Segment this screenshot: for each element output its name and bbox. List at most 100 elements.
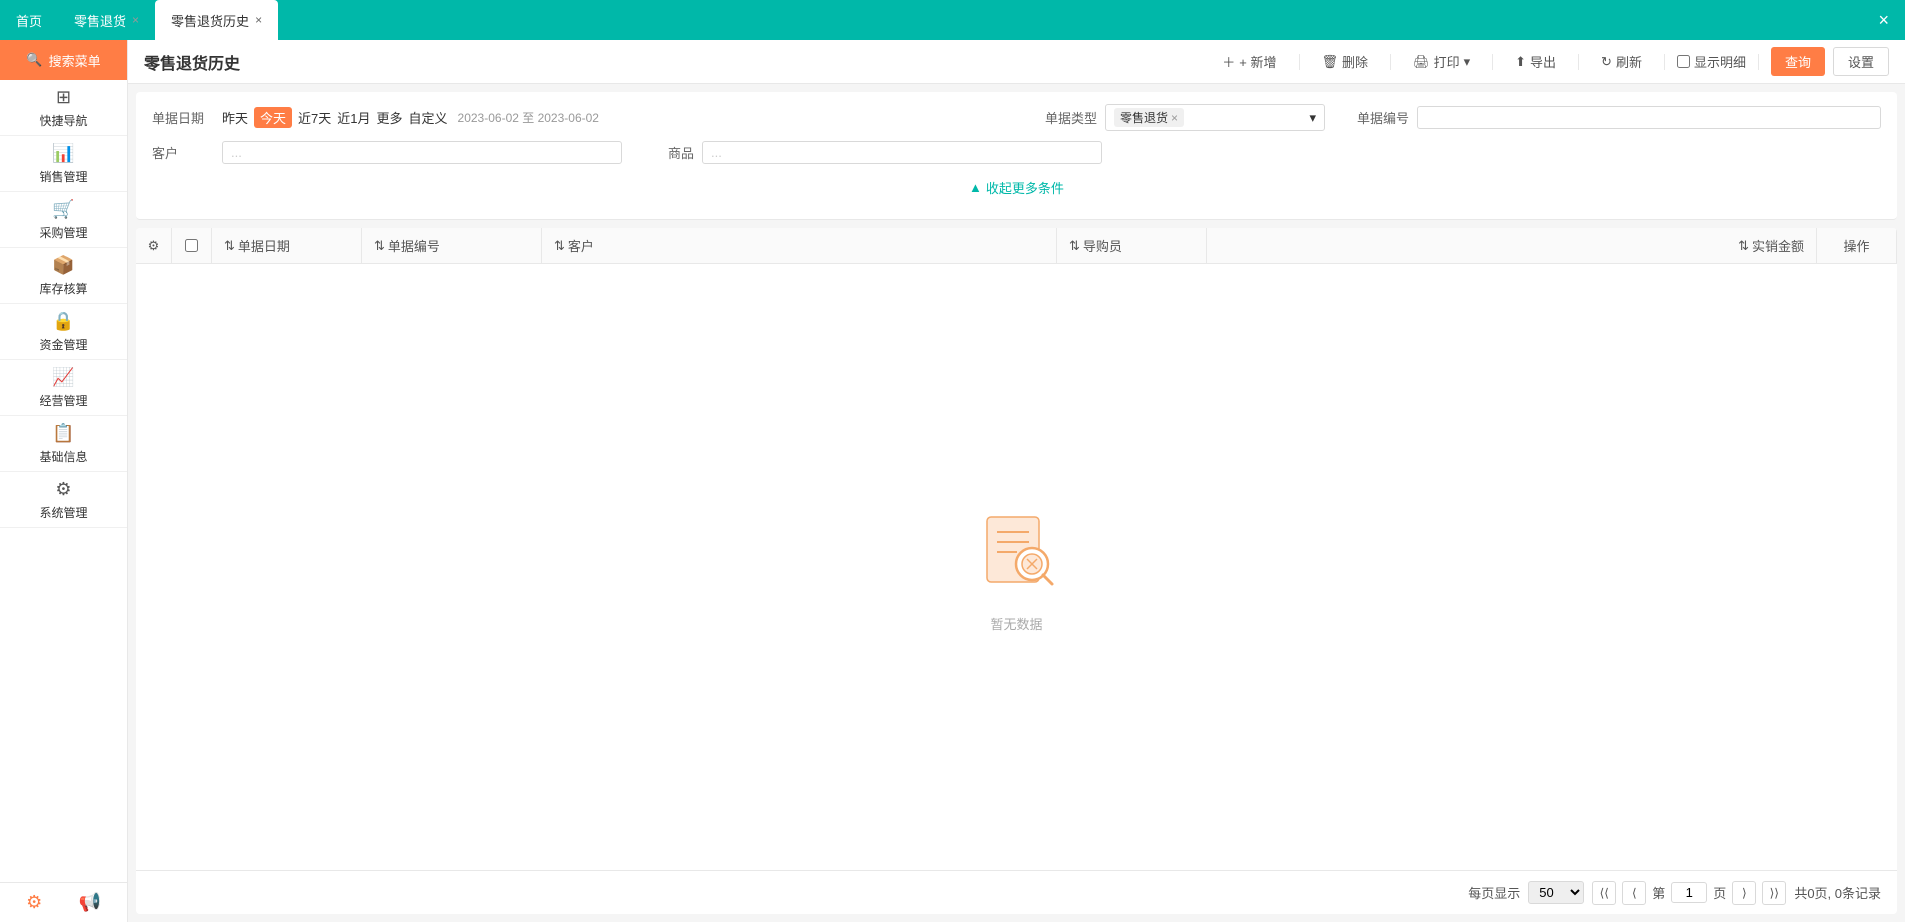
bill-type-label: 单据类型 — [1045, 108, 1105, 127]
th-customer[interactable]: ⇅ 客户 — [542, 228, 1057, 263]
tab-retail-return-close[interactable]: × — [132, 13, 139, 27]
system-icon: ⚙ — [55, 479, 71, 500]
date-opt-today[interactable]: 今天 — [254, 107, 292, 128]
th-ops-text: 操作 — [1843, 236, 1869, 255]
inventory-icon: 📦 — [52, 255, 74, 276]
tab-retail-return-history[interactable]: 零售退货历史 × — [155, 0, 278, 40]
sidebar-setting-icon[interactable]: ⚙ — [26, 892, 42, 913]
sidebar-item-operation[interactable]: 📈 经营管理 — [0, 360, 127, 416]
filter-panel: 单据日期 昨天 今天 近7天 近1月 更多 自定义 2023-06-02 至 2… — [136, 92, 1897, 220]
th-customer-text: 客户 — [568, 236, 594, 255]
bill-no-input[interactable] — [1417, 106, 1881, 129]
date-options: 昨天 今天 近7天 近1月 更多 自定义 2023-06-02 至 2023-0… — [222, 107, 599, 128]
page-first-button[interactable]: ⟨⟨ — [1592, 881, 1616, 905]
export-button[interactable]: ⬆ 导出 — [1505, 48, 1566, 75]
date-opt-custom[interactable]: 自定义 — [409, 108, 448, 127]
bill-type-remove-icon[interactable]: × — [1171, 111, 1178, 125]
sales-mgmt-icon: 📊 — [52, 143, 74, 164]
pagination: 每页显示 50 100 200 ⟨⟨ ⟨ 第 页 ⟩ ⟩⟩ 共0页, 0条记录 — [136, 870, 1897, 914]
date-opt-yesterday[interactable]: 昨天 — [222, 108, 248, 127]
sidebar-item-purchase-mgmt[interactable]: 🛒 采购管理 — [0, 192, 127, 248]
settings-icon: ⚙ — [148, 238, 160, 254]
per-page-select[interactable]: 50 100 200 — [1528, 881, 1584, 904]
empty-state: 暂无数据 — [136, 264, 1897, 870]
sidebar-item-inventory[interactable]: 📦 库存核算 — [0, 248, 127, 304]
th-ops: 操作 — [1817, 228, 1897, 263]
query-button[interactable]: 查询 — [1771, 47, 1825, 76]
basic-info-icon: 📋 — [52, 423, 74, 444]
print-button[interactable]: 🖨 打印 ▾ — [1403, 48, 1480, 75]
sidebar-item-label-inventory: 库存核算 — [39, 280, 87, 297]
date-opt-last7days[interactable]: 近7天 — [298, 108, 331, 127]
th-guide-text: 导购员 — [1083, 236, 1122, 255]
sidebar-item-quick-nav[interactable]: ⊞ 快捷导航 — [0, 80, 127, 136]
th-guide[interactable]: ⇅ 导购员 — [1057, 228, 1207, 263]
th-amount-text: 实销金额 — [1752, 236, 1804, 255]
header-actions: ＋ + 新增 🗑 删除 🖨 打印 ▾ ⬆ 导出 — [1212, 47, 1889, 76]
th-amount-sort-icon: ⇅ — [1738, 238, 1749, 254]
th-bill-no[interactable]: ⇅ 单据编号 — [362, 228, 542, 263]
filter-row-date: 单据日期 昨天 今天 近7天 近1月 更多 自定义 2023-06-02 至 2… — [152, 104, 1881, 131]
sidebar-nav: ⊞ 快捷导航 📊 销售管理 🛒 采购管理 📦 库存核算 🔒 资金管理 📈 — [0, 80, 127, 882]
date-opt-last1month[interactable]: 近1月 — [337, 108, 370, 127]
content-area: 零售退货历史 ＋ + 新增 🗑 删除 🖨 打印 ▾ — [128, 40, 1905, 922]
collapse-up-icon: ▲ — [969, 180, 982, 195]
filter-row-customer: 客户 ... 商品 ... — [152, 141, 1881, 164]
customer-select[interactable]: ... — [222, 141, 622, 164]
sidebar-footer: ⚙ 📢 — [0, 882, 127, 922]
window-close-icon[interactable]: × — [1878, 10, 1889, 31]
page-next-button[interactable]: ⟩ — [1732, 881, 1756, 905]
page-input[interactable] — [1671, 882, 1707, 903]
th-guide-sort-icon: ⇅ — [1069, 238, 1080, 254]
divider4 — [1578, 54, 1579, 70]
table-header: ⚙ ⇅ 单据日期 ⇅ 单据编号 ⇅ 客户 ⇅ — [136, 228, 1897, 264]
top-tab-bar: 首页 零售退货 × 零售退货历史 × × — [0, 0, 1905, 40]
goods-select[interactable]: ... — [702, 141, 1102, 164]
tab-home[interactable]: 首页 — [0, 0, 58, 40]
sidebar-item-label-purchase-mgmt: 采购管理 — [39, 224, 87, 241]
th-bill-no-sort-icon: ⇅ — [374, 238, 385, 254]
export-icon: ⬆ — [1515, 54, 1526, 70]
sidebar-item-basic-info[interactable]: 📋 基础信息 — [0, 416, 127, 472]
quick-nav-icon: ⊞ — [56, 87, 71, 108]
sidebar-item-sales-mgmt[interactable]: 📊 销售管理 — [0, 136, 127, 192]
bill-type-select[interactable]: 零售退货 × ▾ — [1105, 104, 1325, 131]
sidebar-item-system[interactable]: ⚙ 系统管理 — [0, 472, 127, 528]
sidebar-search[interactable]: 🔍 搜索菜单 — [0, 40, 127, 80]
page-last-button[interactable]: ⟩⟩ — [1762, 881, 1786, 905]
show-detail-checkbox[interactable]: 显示明细 — [1677, 52, 1746, 71]
show-detail-input[interactable] — [1677, 55, 1690, 68]
page-header: 零售退货历史 ＋ + 新增 🗑 删除 🖨 打印 ▾ — [128, 40, 1905, 84]
collapse-button[interactable]: ▲ 收起更多条件 — [957, 174, 1076, 201]
th-amount[interactable]: ⇅ 实销金额 — [1697, 228, 1817, 263]
delete-icon: 🗑 — [1322, 54, 1339, 70]
divider3 — [1492, 54, 1493, 70]
show-detail-label: 显示明细 — [1694, 52, 1746, 71]
page-nav: ⟨⟨ ⟨ 第 页 ⟩ ⟩⟩ — [1592, 881, 1786, 905]
page-prev-button[interactable]: ⟨ — [1622, 881, 1646, 905]
th-settings[interactable]: ⚙ — [136, 228, 172, 263]
bill-type-tag: 零售退货 × — [1114, 108, 1184, 127]
empty-text: 暂无数据 — [990, 614, 1042, 633]
purchase-mgmt-icon: 🛒 — [52, 199, 74, 220]
search-icon: 🔍 — [26, 52, 42, 68]
sidebar-item-label-finance: 资金管理 — [39, 336, 87, 353]
delete-button[interactable]: 🗑 删除 — [1312, 48, 1379, 75]
sidebar-item-finance[interactable]: 🔒 资金管理 — [0, 304, 127, 360]
customer-label: 客户 — [152, 143, 222, 162]
add-button[interactable]: ＋ + 新增 — [1212, 48, 1286, 75]
refresh-button[interactable]: ↻ 刷新 — [1591, 48, 1652, 75]
bill-type-value: 零售退货 — [1120, 109, 1168, 126]
th-date[interactable]: ⇅ 单据日期 — [212, 228, 362, 263]
select-all-checkbox[interactable] — [185, 239, 198, 252]
bill-type-dropdown-icon: ▾ — [1309, 110, 1316, 126]
date-opt-more[interactable]: 更多 — [377, 108, 403, 127]
sidebar-speaker-icon[interactable]: 📢 — [78, 892, 100, 913]
finance-icon: 🔒 — [52, 311, 74, 332]
setting-button[interactable]: 设置 — [1833, 47, 1889, 76]
th-check[interactable] — [172, 228, 212, 263]
tab-retail-return[interactable]: 零售退货 × — [58, 0, 155, 40]
divider5 — [1664, 54, 1665, 70]
tab-retail-return-history-close[interactable]: × — [255, 13, 262, 27]
sidebar-item-label-quick-nav: 快捷导航 — [39, 112, 87, 129]
